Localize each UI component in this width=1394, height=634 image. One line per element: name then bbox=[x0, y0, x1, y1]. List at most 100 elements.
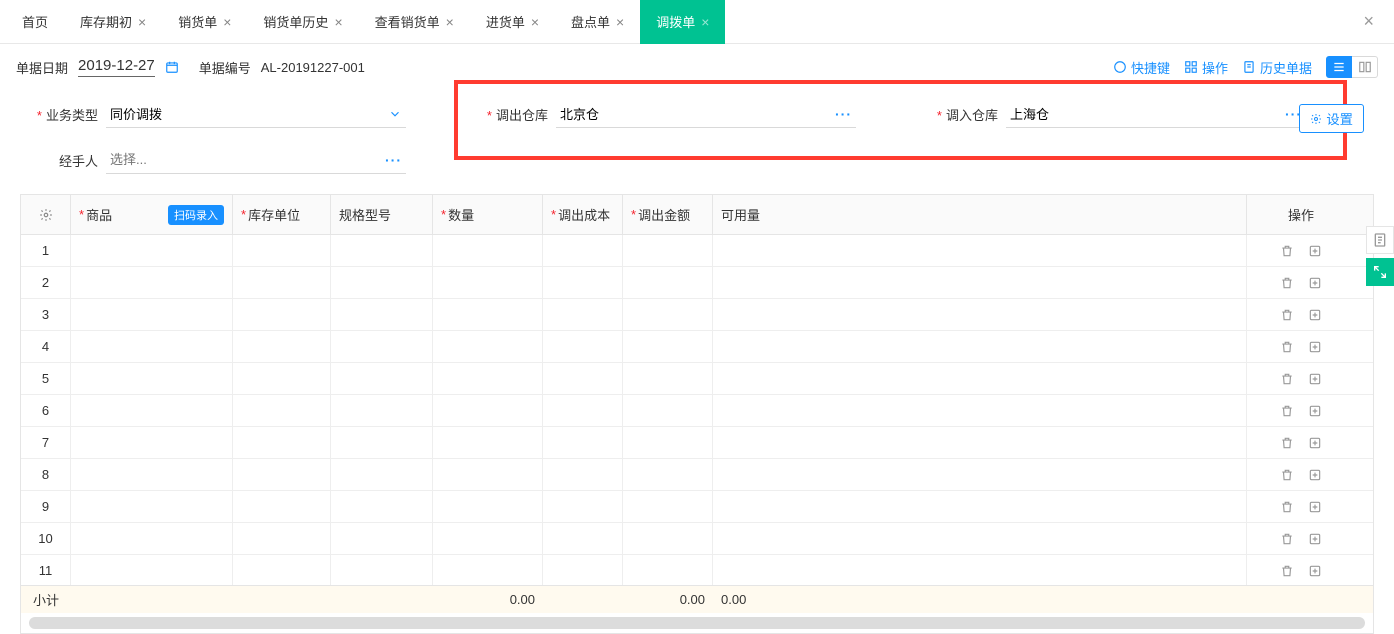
chevron-down-icon[interactable] bbox=[388, 107, 402, 121]
delete-row-icon[interactable] bbox=[1280, 404, 1294, 418]
gear-icon bbox=[39, 208, 53, 222]
in-wh-input[interactable] bbox=[1006, 100, 1306, 128]
delete-row-icon[interactable] bbox=[1280, 532, 1294, 546]
close-icon[interactable]: × bbox=[701, 14, 709, 30]
horizontal-scrollbar[interactable] bbox=[29, 617, 1365, 629]
table-row[interactable]: 5 bbox=[21, 363, 1373, 395]
close-icon[interactable]: × bbox=[334, 14, 342, 30]
notes-button[interactable] bbox=[1366, 226, 1394, 254]
row-index: 7 bbox=[21, 427, 71, 458]
add-row-icon[interactable] bbox=[1308, 468, 1322, 482]
table-row[interactable]: 6 bbox=[21, 395, 1373, 427]
close-icon[interactable]: × bbox=[223, 14, 231, 30]
grid-icon bbox=[1184, 60, 1198, 74]
row-index: 11 bbox=[21, 555, 71, 585]
keyboard-icon bbox=[1113, 60, 1127, 74]
history-link[interactable]: 历史单据 bbox=[1242, 58, 1312, 77]
tab-transfer[interactable]: 调拨单× bbox=[640, 0, 725, 44]
grid-header: *商品扫码录入 *库存单位 规格型号 *数量 *调出成本 *调出金额 可用量 操… bbox=[21, 195, 1373, 235]
add-row-icon[interactable] bbox=[1308, 564, 1322, 578]
delete-row-icon[interactable] bbox=[1280, 468, 1294, 482]
grid-body: 1234567891011 bbox=[21, 235, 1373, 585]
table-row[interactable]: 3 bbox=[21, 299, 1373, 331]
add-row-icon[interactable] bbox=[1308, 244, 1322, 258]
row-index: 3 bbox=[21, 299, 71, 330]
delete-row-icon[interactable] bbox=[1280, 372, 1294, 386]
more-icon[interactable]: ··· bbox=[835, 106, 852, 122]
add-row-icon[interactable] bbox=[1308, 500, 1322, 514]
form-area: 业务类型 调出仓库 ··· 调入仓库 ··· 经手人 ··· bbox=[0, 90, 1394, 194]
gear-icon bbox=[1310, 113, 1322, 125]
tab-home[interactable]: 首页 bbox=[6, 0, 64, 44]
handler-input[interactable] bbox=[106, 146, 406, 174]
add-row-icon[interactable] bbox=[1308, 308, 1322, 322]
row-index: 8 bbox=[21, 459, 71, 490]
handler-label: 经手人 bbox=[16, 151, 106, 170]
col-amount: *调出金额 bbox=[623, 195, 713, 234]
close-icon[interactable]: × bbox=[446, 14, 454, 30]
row-index: 10 bbox=[21, 523, 71, 554]
field-handler: 经手人 ··· bbox=[16, 146, 406, 174]
add-row-icon[interactable] bbox=[1308, 436, 1322, 450]
view-toggle bbox=[1326, 56, 1378, 78]
delete-row-icon[interactable] bbox=[1280, 276, 1294, 290]
date-value[interactable]: 2019-12-27 bbox=[78, 57, 155, 77]
list-icon bbox=[1332, 60, 1346, 74]
row-index: 5 bbox=[21, 363, 71, 394]
subtotal-avail: 0.00 bbox=[713, 586, 1247, 613]
shortcut-link[interactable]: 快捷键 bbox=[1113, 58, 1170, 77]
table-row[interactable]: 1 bbox=[21, 235, 1373, 267]
delete-row-icon[interactable] bbox=[1280, 500, 1294, 514]
calendar-icon[interactable] bbox=[165, 60, 179, 74]
tab-bar: 首页 库存期初× 销货单× 销货单历史× 查看销货单× 进货单× 盘点单× 调拨… bbox=[0, 0, 1394, 44]
scan-badge[interactable]: 扫码录入 bbox=[168, 205, 224, 225]
tab-view-sales[interactable]: 查看销货单× bbox=[359, 0, 470, 44]
in-wh-label: 调入仓库 bbox=[916, 105, 1006, 124]
delete-row-icon[interactable] bbox=[1280, 564, 1294, 578]
table-row[interactable]: 8 bbox=[21, 459, 1373, 491]
tab-stocktake[interactable]: 盘点单× bbox=[555, 0, 640, 44]
note-icon bbox=[1372, 232, 1388, 248]
add-row-icon[interactable] bbox=[1308, 340, 1322, 354]
table-row[interactable]: 11 bbox=[21, 555, 1373, 585]
table-row[interactable]: 9 bbox=[21, 491, 1373, 523]
out-wh-input[interactable] bbox=[556, 100, 856, 128]
close-all-icon[interactable]: × bbox=[1349, 11, 1388, 32]
toolbar: 单据日期 2019-12-27 单据编号 AL-20191227-001 快捷键… bbox=[0, 44, 1394, 90]
col-product: *商品扫码录入 bbox=[71, 195, 233, 234]
delete-row-icon[interactable] bbox=[1280, 436, 1294, 450]
biz-type-input[interactable] bbox=[106, 100, 406, 128]
add-row-icon[interactable] bbox=[1308, 372, 1322, 386]
expand-button[interactable] bbox=[1366, 258, 1394, 286]
tab-sales-history[interactable]: 销货单历史× bbox=[247, 0, 358, 44]
col-unit: *库存单位 bbox=[233, 195, 331, 234]
tab-sales-order[interactable]: 销货单× bbox=[162, 0, 247, 44]
data-grid: *商品扫码录入 *库存单位 规格型号 *数量 *调出成本 *调出金额 可用量 操… bbox=[20, 194, 1374, 634]
col-settings[interactable] bbox=[21, 195, 71, 234]
add-row-icon[interactable] bbox=[1308, 404, 1322, 418]
delete-row-icon[interactable] bbox=[1280, 308, 1294, 322]
tab-stock-init[interactable]: 库存期初× bbox=[64, 0, 162, 44]
col-avail: 可用量 bbox=[713, 195, 1247, 234]
settings-button[interactable]: 设置 bbox=[1299, 104, 1364, 133]
view-list-button[interactable] bbox=[1326, 56, 1352, 78]
tab-purchase[interactable]: 进货单× bbox=[470, 0, 555, 44]
more-icon[interactable]: ··· bbox=[385, 152, 402, 168]
col-qty: *数量 bbox=[433, 195, 543, 234]
cols-icon bbox=[1358, 60, 1372, 74]
add-row-icon[interactable] bbox=[1308, 532, 1322, 546]
delete-row-icon[interactable] bbox=[1280, 244, 1294, 258]
table-row[interactable]: 4 bbox=[21, 331, 1373, 363]
operate-link[interactable]: 操作 bbox=[1184, 58, 1228, 77]
close-icon[interactable]: × bbox=[616, 14, 624, 30]
close-icon[interactable]: × bbox=[531, 14, 539, 30]
table-row[interactable]: 7 bbox=[21, 427, 1373, 459]
delete-row-icon[interactable] bbox=[1280, 340, 1294, 354]
add-row-icon[interactable] bbox=[1308, 276, 1322, 290]
view-grid-button[interactable] bbox=[1352, 56, 1378, 78]
table-row[interactable]: 2 bbox=[21, 267, 1373, 299]
close-icon[interactable]: × bbox=[138, 14, 146, 30]
table-row[interactable]: 10 bbox=[21, 523, 1373, 555]
col-spec: 规格型号 bbox=[331, 195, 433, 234]
out-wh-label: 调出仓库 bbox=[466, 105, 556, 124]
